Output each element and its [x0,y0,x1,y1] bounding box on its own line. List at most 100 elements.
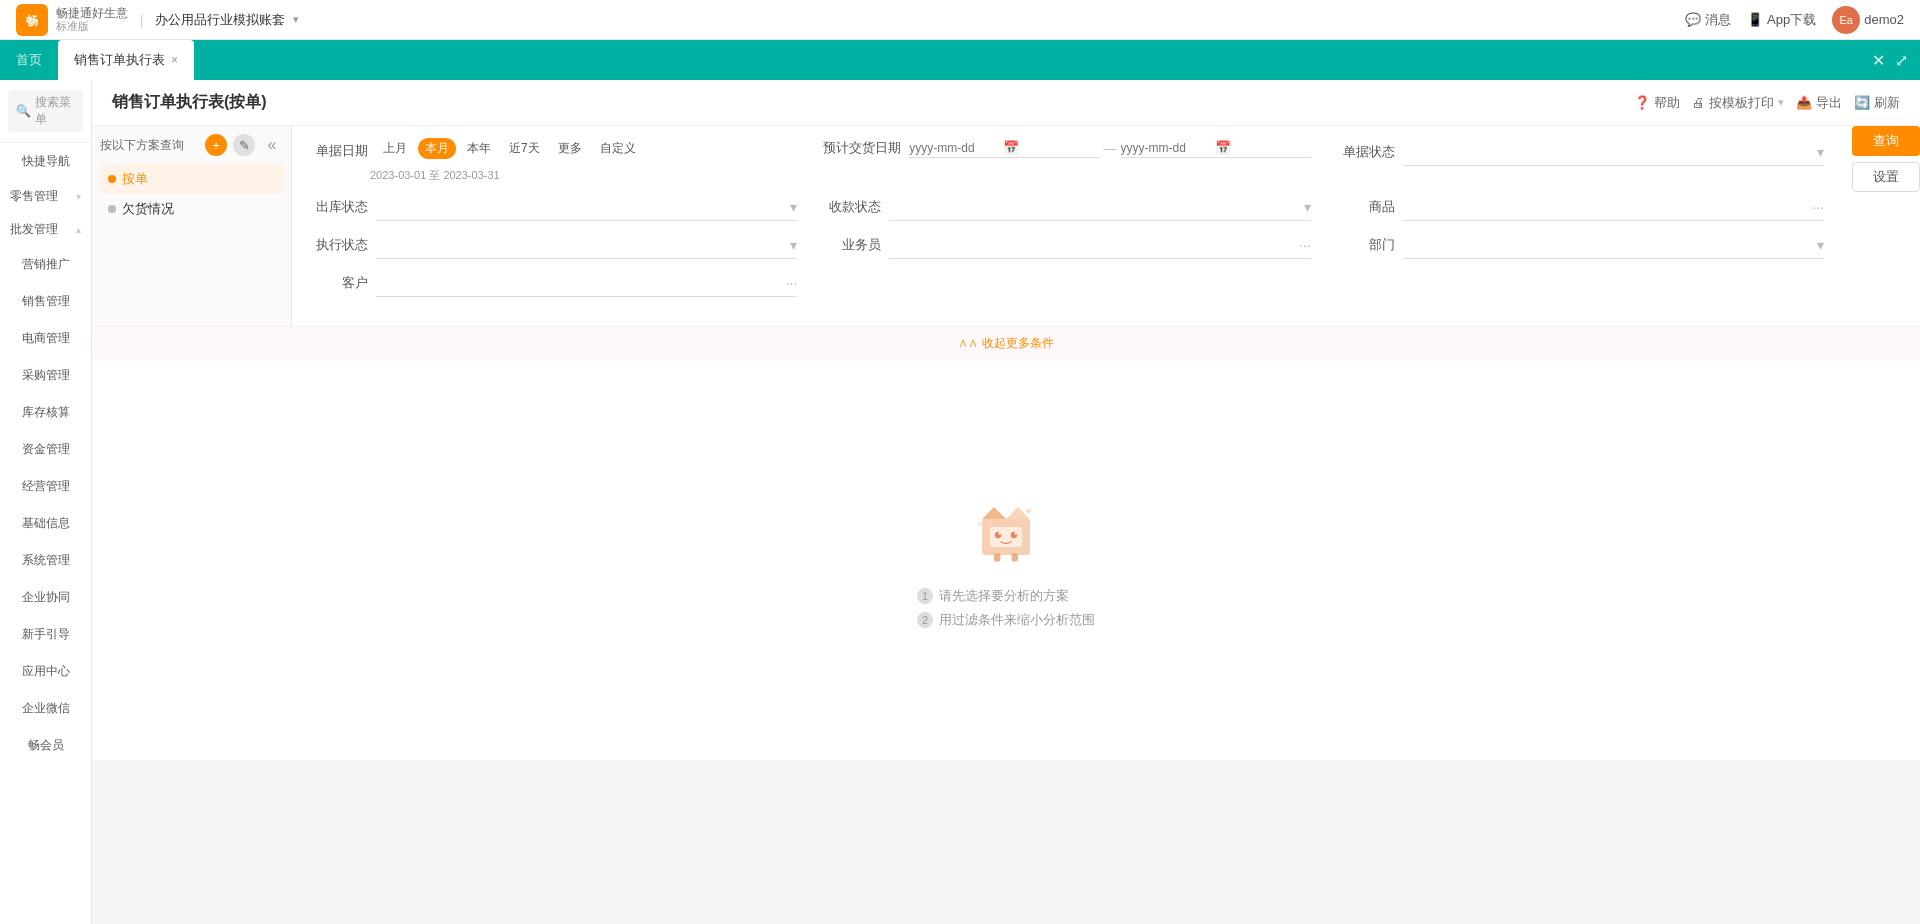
sidebar-item-purchase[interactable]: 采购管理 [0,357,91,394]
sidebar-item-finance[interactable]: 资金管理 [0,431,91,468]
salesperson-control[interactable]: ··· [889,231,1310,259]
date-btn-last7[interactable]: 近7天 [502,138,547,159]
app-title: 办公用品行业模拟账套 [155,11,285,29]
customer-filter: 客户 ··· [308,269,797,297]
svg-point-6 [998,532,1000,534]
goods-control[interactable]: ··· [1403,193,1824,221]
user-profile-btn[interactable]: Ea demo2 [1832,6,1904,34]
query-btn[interactable]: 查询 [1852,126,1920,156]
status-control[interactable]: ▾ [1403,138,1824,166]
filter-wrapper: 按以下方案查询 + ✎ « 按单 欠货情况 [92,126,1920,326]
sidebar-item-newbie[interactable]: 新手引导 [0,616,91,653]
expected-date-from[interactable]: 📅 [909,138,1099,158]
empty-tips: 1 请先选择要分析的方案 2 用过滤条件来缩小分析范围 [917,587,1095,629]
dept-control[interactable]: ▾ [1403,231,1824,259]
out-status-control[interactable]: ▾ [376,193,797,221]
customer-control[interactable]: ··· [376,269,797,297]
scheme-panel: 按以下方案查询 + ✎ « 按单 欠货情况 [92,126,292,326]
dept-filter: 部门 ▾ [1335,231,1824,259]
receive-status-control[interactable]: ▾ [889,193,1310,221]
refresh-btn[interactable]: 🔄 刷新 [1854,94,1900,112]
out-status-dropdown-icon[interactable]: ▾ [790,199,797,215]
dept-dropdown-icon[interactable]: ▾ [1817,237,1824,253]
print-dropdown-icon: ▾ [1778,96,1784,109]
scheme-add-btn[interactable]: + [205,134,227,156]
date-label: 单据日期 [308,142,368,160]
page-header: 销售订单执行表(按单) ❓ 帮助 🖨 按模板打印 ▾ 📤 导出 🔄 刷新 [92,80,1920,126]
date-btn-custom[interactable]: 自定义 [593,138,643,159]
status-dropdown-icon[interactable]: ▾ [1817,144,1824,160]
print-icon: 🖨 [1692,95,1705,110]
tip-num-1: 1 [917,588,933,604]
message-btn[interactable]: 💬 消息 [1685,11,1731,29]
scheme-dot-active [108,175,116,183]
tab-bar: 首页 销售订单执行表 × ✕ ⤢ [0,40,1920,80]
maximize-btn[interactable]: ⤢ [1895,51,1908,70]
svg-text:畅: 畅 [26,14,38,28]
sidebar-item-wholesale[interactable]: 批发管理 ▴ [0,213,91,246]
expected-date-to-input[interactable] [1121,141,1211,155]
scheme-item-0[interactable]: 按单 [100,164,283,194]
sidebar-item-enterprise[interactable]: 企业协同 [0,579,91,616]
sidebar-search[interactable]: 🔍 搜索菜单 [0,80,91,143]
date-filter-group: 单据日期 上月 本月 本年 近7天 更多 自定义 2023-03-0 [308,138,797,183]
sidebar-item-inventory[interactable]: 库存核算 [0,394,91,431]
sidebar-item-member[interactable]: 畅会员 [0,727,91,764]
expected-date-label: 预计交货日期 [821,139,901,157]
scheme-actions: + ✎ « [205,134,283,156]
calendar-from-icon[interactable]: 📅 [1003,140,1019,155]
exec-status-filter: 执行状态 ▾ [308,231,797,259]
page-actions: ❓ 帮助 🖨 按模板打印 ▾ 📤 导出 🔄 刷新 [1634,94,1900,112]
out-status-filter: 出库状态 ▾ [308,193,797,221]
date-separator: — [1104,141,1117,156]
filter-main: 单据日期 上月 本月 本年 近7天 更多 自定义 2023-03-0 [292,126,1840,326]
sidebar-item-ecommerce[interactable]: 电商管理 [0,320,91,357]
date-btn-thisyear[interactable]: 本年 [460,138,498,159]
sidebar-item-wechat[interactable]: 企业微信 [0,690,91,727]
date-btn-more[interactable]: 更多 [551,138,589,159]
collapse-bar[interactable]: ∧∧ 收起更多条件 [92,326,1920,360]
sidebar-item-retail[interactable]: 零售管理 ▾ [0,180,91,213]
date-btn-thismonth[interactable]: 本月 [418,138,456,159]
scheme-edit-btn[interactable]: ✎ [233,134,255,156]
date-buttons: 上月 本月 本年 近7天 更多 自定义 [376,138,643,159]
settings-btn[interactable]: 设置 [1852,162,1920,192]
tab-close-btn[interactable]: × [171,53,178,67]
goods-more-icon[interactable]: ··· [1812,199,1824,215]
print-btn[interactable]: 🖨 按模板打印 ▾ [1692,94,1784,112]
export-btn[interactable]: 📤 导出 [1796,94,1842,112]
svg-text:✦: ✦ [976,520,983,529]
salesperson-more-icon[interactable]: ··· [1299,237,1311,253]
exec-dropdown-icon[interactable]: ▾ [790,237,797,253]
app-dropdown-icon[interactable]: ▾ [293,13,299,26]
exec-status-control[interactable]: ▾ [376,231,797,259]
app-download-btn[interactable]: 📱 App下载 [1747,11,1816,29]
main-content: ✦ ✦ 1 请先选择要分析的方案 2 用过滤条件来缩小分析范围 [92,360,1920,760]
tab-home[interactable]: 首页 [0,40,58,80]
sidebar-item-quicknav[interactable]: 快捷导航 [0,143,91,180]
export-icon: 📤 [1796,95,1812,110]
receive-status-dropdown-icon[interactable]: ▾ [1304,199,1311,215]
tab-active[interactable]: 销售订单执行表 × [58,40,194,80]
expected-date-from-input[interactable] [909,141,999,155]
collapse-icon: ∧∧ [958,336,981,350]
sidebar-item-base-info[interactable]: 基础信息 [0,505,91,542]
customer-more-icon[interactable]: ··· [786,275,798,291]
chevron-icon: ▾ [76,191,81,202]
expected-date-to[interactable]: 📅 [1121,138,1311,158]
sidebar-item-sales[interactable]: 销售管理 [0,283,91,320]
svg-text:✦: ✦ [1024,505,1033,517]
calendar-to-icon[interactable]: 📅 [1215,140,1231,155]
sidebar-item-marketing[interactable]: 营销推广 [0,246,91,283]
sidebar-item-system[interactable]: 系统管理 [0,542,91,579]
scheme-collapse-btn[interactable]: « [261,134,283,156]
scheme-item-1[interactable]: 欠货情况 [100,194,283,224]
date-btn-lastmonth[interactable]: 上月 [376,138,414,159]
sidebar-item-operations[interactable]: 经营管理 [0,468,91,505]
empty-tip-1: 1 请先选择要分析的方案 [917,587,1095,605]
close-window-btn[interactable]: ✕ [1872,51,1885,70]
sidebar-item-appcenter[interactable]: 应用中心 [0,653,91,690]
refresh-icon: 🔄 [1854,95,1870,110]
help-btn[interactable]: ❓ 帮助 [1634,94,1680,112]
svg-rect-8 [994,553,1000,561]
